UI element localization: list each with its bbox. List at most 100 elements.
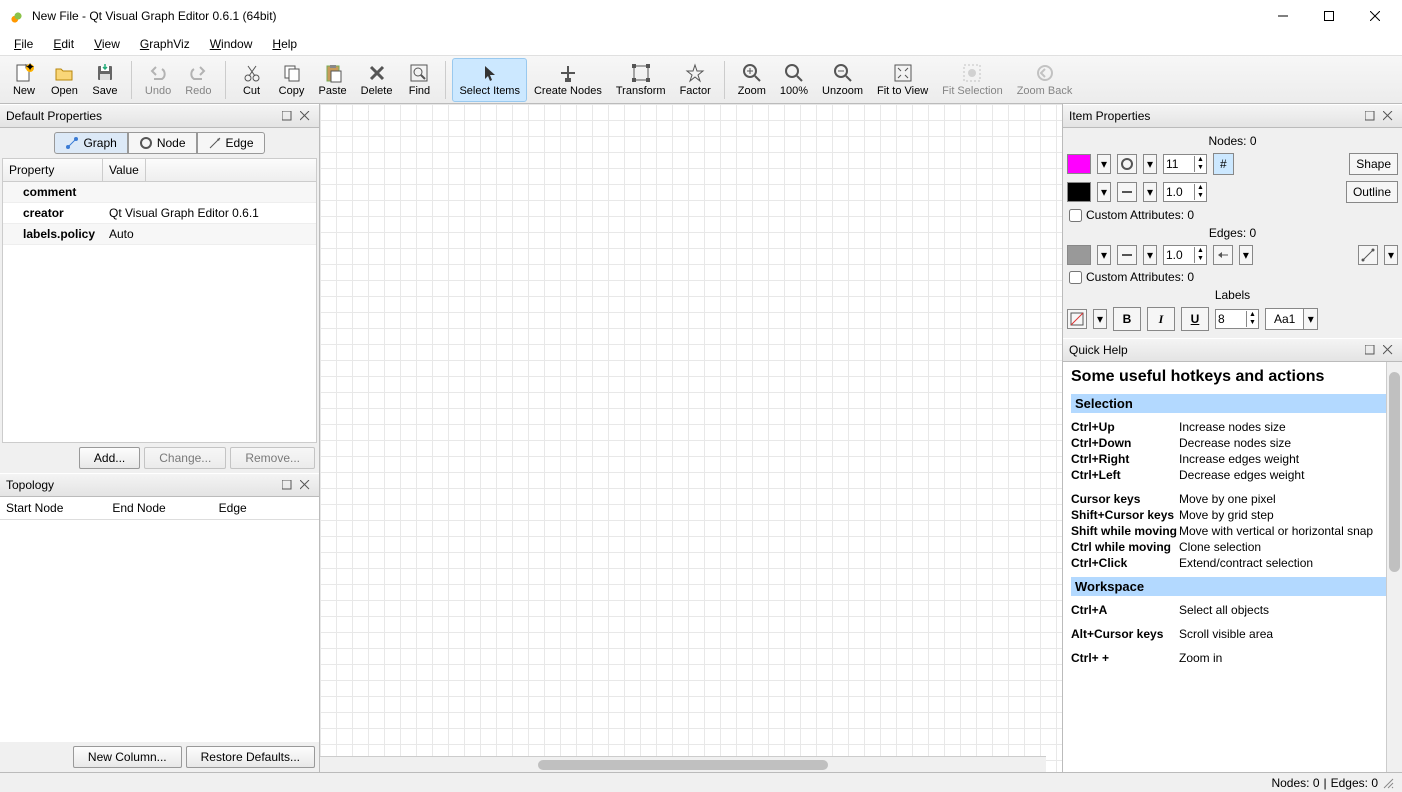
quick-help-header[interactable]: Quick Help bbox=[1063, 338, 1402, 362]
no-label-icon[interactable] bbox=[1067, 309, 1087, 329]
close-icon[interactable] bbox=[297, 477, 313, 493]
line-style-icon[interactable] bbox=[1117, 245, 1137, 265]
redo-button[interactable]: Redo bbox=[178, 58, 218, 102]
open-button[interactable]: Open bbox=[44, 58, 85, 102]
topology-header[interactable]: Topology bbox=[0, 473, 319, 497]
close-icon[interactable] bbox=[1380, 108, 1396, 124]
edges-section-label: Edges: 0 bbox=[1067, 224, 1398, 242]
transform-button[interactable]: Transform bbox=[609, 58, 673, 102]
custom-attrs-edges-checkbox[interactable] bbox=[1069, 271, 1082, 284]
tab-graph[interactable]: Graph bbox=[54, 132, 127, 154]
dropdown-icon[interactable]: ▾ bbox=[1097, 154, 1111, 174]
dropdown-icon[interactable]: ▾ bbox=[1097, 245, 1111, 265]
new-button[interactable]: ✦New bbox=[4, 58, 44, 102]
select-items-button[interactable]: Select Items bbox=[452, 58, 527, 102]
graph-canvas[interactable] bbox=[320, 104, 1062, 772]
new-column-button[interactable]: New Column... bbox=[73, 746, 182, 768]
horizontal-scrollbar[interactable] bbox=[320, 756, 1046, 772]
node-stroke-input[interactable]: ▲▼ bbox=[1163, 182, 1207, 202]
menu-bar: File Edit View GraphViz Window Help bbox=[0, 32, 1402, 56]
delete-button[interactable]: Delete bbox=[354, 58, 400, 102]
line-style-icon[interactable] bbox=[1117, 182, 1137, 202]
fit-selection-button[interactable]: Fit Selection bbox=[935, 58, 1010, 102]
minimize-button[interactable] bbox=[1260, 1, 1306, 31]
menu-window[interactable]: Window bbox=[200, 35, 263, 53]
help-row: Ctrl+UpIncrease nodes size bbox=[1071, 419, 1394, 435]
dropdown-icon[interactable]: ▾ bbox=[1239, 245, 1253, 265]
dropdown-icon[interactable]: ▾ bbox=[1384, 245, 1398, 265]
shape-button[interactable]: Shape bbox=[1349, 153, 1398, 175]
close-icon[interactable] bbox=[297, 108, 313, 124]
property-row[interactable]: creatorQt Visual Graph Editor 0.6.1 bbox=[3, 203, 316, 224]
edge-color[interactable] bbox=[1067, 245, 1091, 265]
help-row: Ctrl+DownDecrease nodes size bbox=[1071, 435, 1394, 451]
menu-view[interactable]: View bbox=[84, 35, 130, 53]
edge-stroke-input[interactable]: ▲▼ bbox=[1163, 245, 1207, 265]
undock-icon[interactable] bbox=[279, 477, 295, 493]
edge-style-icon[interactable] bbox=[1358, 245, 1378, 265]
dropdown-icon[interactable]: ▾ bbox=[1143, 182, 1157, 202]
factor-button[interactable]: Factor bbox=[673, 58, 718, 102]
default-properties-header[interactable]: Default Properties bbox=[0, 104, 319, 128]
tab-edge[interactable]: Edge bbox=[197, 132, 265, 154]
fit-to-view-button[interactable]: Fit to View bbox=[870, 58, 935, 102]
close-button[interactable] bbox=[1352, 1, 1398, 31]
underline-button[interactable]: U bbox=[1181, 307, 1209, 331]
dropdown-icon[interactable]: ▾ bbox=[1093, 309, 1107, 329]
add-button[interactable]: Add... bbox=[79, 447, 140, 469]
outline-button[interactable]: Outline bbox=[1346, 181, 1398, 203]
remove-button[interactable]: Remove... bbox=[230, 447, 315, 469]
nodes-section-label: Nodes: 0 bbox=[1067, 132, 1398, 150]
menu-help[interactable]: Help bbox=[262, 35, 307, 53]
toolbar: ✦New Open Save Undo Redo Cut Copy Paste … bbox=[0, 56, 1402, 104]
restore-defaults-button[interactable]: Restore Defaults... bbox=[186, 746, 315, 768]
hash-toggle[interactable]: # bbox=[1213, 153, 1234, 175]
node-size-input[interactable]: ▲▼ bbox=[1163, 154, 1207, 174]
undock-icon[interactable] bbox=[1362, 342, 1378, 358]
menu-file[interactable]: File bbox=[4, 35, 43, 53]
arrow-start-icon[interactable] bbox=[1213, 245, 1233, 265]
unzoom-button[interactable]: Unzoom bbox=[815, 58, 870, 102]
svg-text:✦: ✦ bbox=[25, 63, 34, 74]
paste-button[interactable]: Paste bbox=[312, 58, 354, 102]
topology-table-body[interactable] bbox=[0, 520, 319, 742]
vertical-scrollbar[interactable] bbox=[1386, 362, 1402, 772]
property-row[interactable]: comment bbox=[3, 182, 316, 203]
item-properties-header[interactable]: Item Properties bbox=[1063, 104, 1402, 128]
menu-edit[interactable]: Edit bbox=[43, 35, 84, 53]
close-icon[interactable] bbox=[1380, 342, 1396, 358]
undock-icon[interactable] bbox=[1362, 108, 1378, 124]
property-table[interactable]: PropertyValue commentcreatorQt Visual Gr… bbox=[2, 158, 317, 443]
copy-button[interactable]: Copy bbox=[272, 58, 312, 102]
dropdown-icon[interactable]: ▾ bbox=[1143, 245, 1157, 265]
node-fill-color[interactable] bbox=[1067, 154, 1091, 174]
cut-button[interactable]: Cut bbox=[232, 58, 272, 102]
zoom-back-button[interactable]: Zoom Back bbox=[1010, 58, 1080, 102]
italic-button[interactable]: I bbox=[1147, 307, 1175, 331]
change-button[interactable]: Change... bbox=[144, 447, 226, 469]
resize-grip-icon[interactable] bbox=[1382, 777, 1394, 789]
find-button[interactable]: Find bbox=[399, 58, 439, 102]
dropdown-icon[interactable]: ▾ bbox=[1143, 154, 1157, 174]
bold-button[interactable]: B bbox=[1113, 307, 1141, 331]
menu-graphviz[interactable]: GraphViz bbox=[130, 35, 200, 53]
node-shape-icon[interactable] bbox=[1117, 154, 1137, 174]
status-nodes: Nodes: 0 bbox=[1271, 776, 1319, 790]
label-size-input[interactable]: ▲▼ bbox=[1215, 309, 1259, 329]
create-nodes-button[interactable]: Create Nodes bbox=[527, 58, 609, 102]
dropdown-icon[interactable]: ▾ bbox=[1097, 182, 1111, 202]
undo-button[interactable]: Undo bbox=[138, 58, 178, 102]
status-edges: Edges: 0 bbox=[1331, 776, 1378, 790]
node-stroke-color[interactable] bbox=[1067, 182, 1091, 202]
zoom-100-button[interactable]: 100% bbox=[773, 58, 815, 102]
tab-node[interactable]: Node bbox=[128, 132, 197, 154]
maximize-button[interactable] bbox=[1306, 1, 1352, 31]
property-row[interactable]: labels.policyAuto bbox=[3, 224, 316, 245]
save-button[interactable]: Save bbox=[85, 58, 125, 102]
topology-table-header: Start Node End Node Edge bbox=[0, 497, 319, 520]
custom-attrs-nodes-checkbox[interactable] bbox=[1069, 209, 1082, 222]
zoom-button[interactable]: Zoom bbox=[731, 58, 773, 102]
undock-icon[interactable] bbox=[279, 108, 295, 124]
quick-help-body[interactable]: Some useful hotkeys and actions Selectio… bbox=[1063, 362, 1402, 772]
font-combo[interactable]: Aa1▾ bbox=[1265, 308, 1318, 330]
